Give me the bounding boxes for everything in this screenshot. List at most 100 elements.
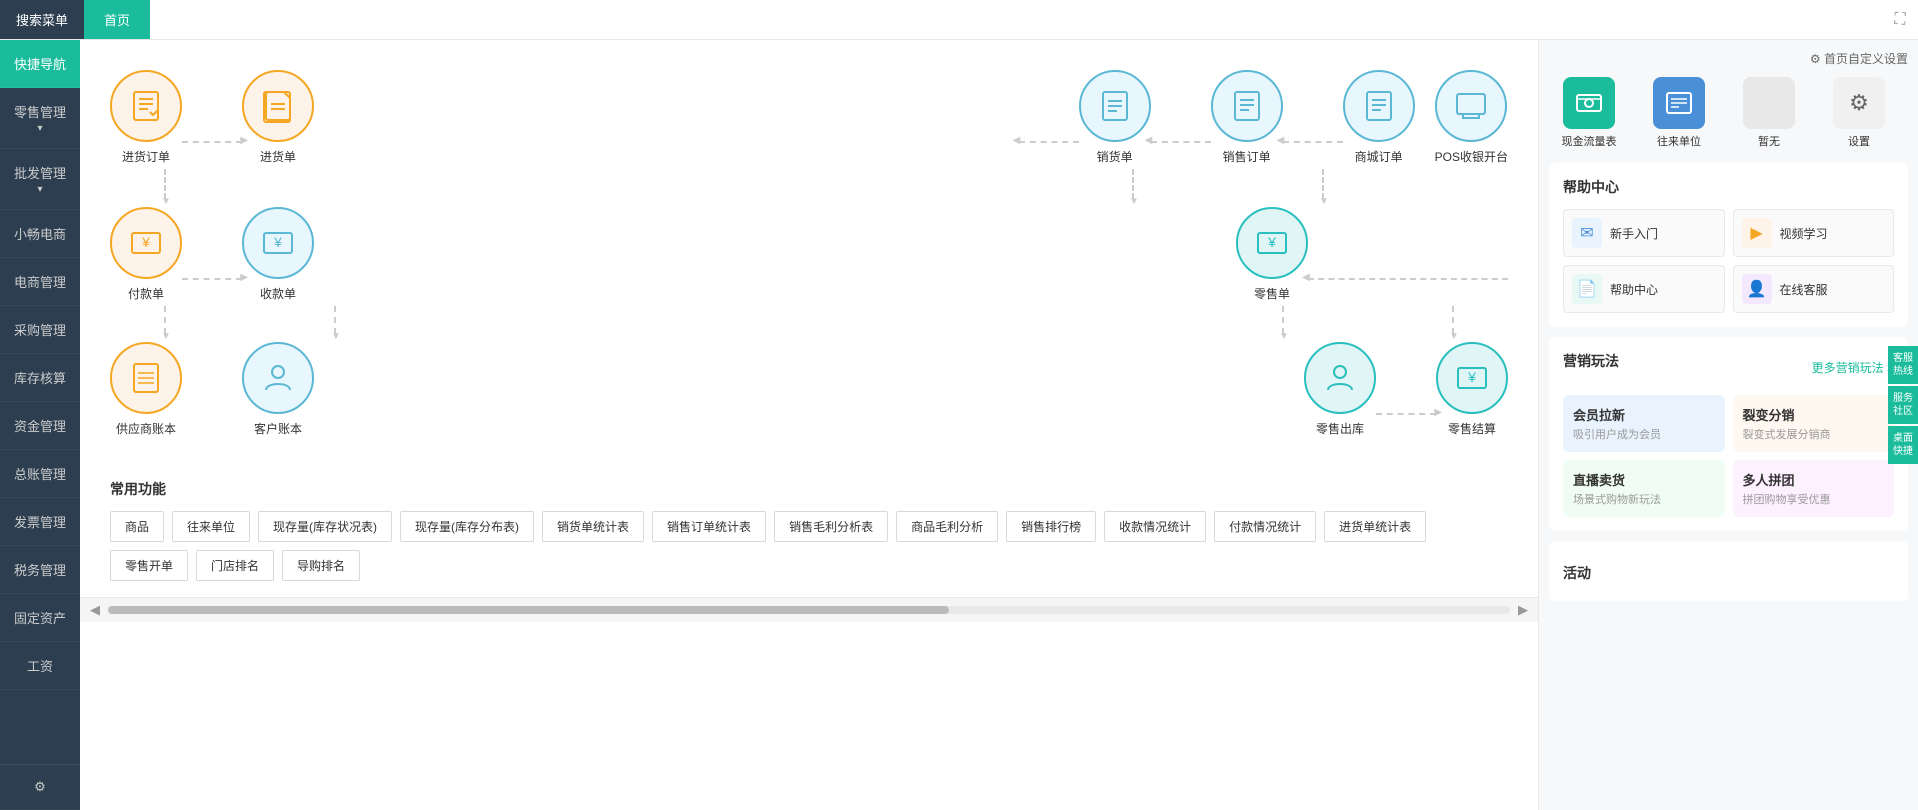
float-desktop[interactable]: 桌面快捷 [1888, 426, 1918, 464]
sidebar-item-inventory[interactable]: 库存核算 [0, 354, 80, 402]
flow-col-mall-order: 商城订单 [1343, 70, 1415, 165]
help-item-video[interactable]: ▶ 视频学习 [1733, 209, 1895, 257]
help-center-title: 帮助中心 [1563, 177, 1894, 197]
retail-settlement-icon[interactable]: ¥ [1436, 342, 1508, 414]
quick-icons: 现金流量表 往来单位 暂无 ⚙ 设置 [1549, 77, 1908, 149]
retail-outbound-icon[interactable] [1304, 342, 1376, 414]
arrow-icon: ▾ [37, 184, 42, 195]
help-item-help[interactable]: 📄 帮助中心 [1563, 265, 1725, 313]
func-btn-store-ranking[interactable]: 门店排名 [196, 550, 274, 581]
func-btn-retail-order[interactable]: 零售开单 [110, 550, 188, 581]
marketing-group[interactable]: 多人拼团 拼团购物享受优惠 [1733, 460, 1895, 517]
scroll-thumb [108, 606, 949, 614]
payment-icon[interactable]: ¥ [110, 207, 182, 279]
sidebar-item-purchase-mgmt[interactable]: 采购管理 [0, 306, 80, 354]
search-menu[interactable]: 搜索菜单 [0, 0, 84, 39]
func-btn-inventory-status[interactable]: 现存量(库存状况表) [258, 511, 392, 542]
activities-title: 活动 [1563, 555, 1894, 587]
expand-icon[interactable]: ⛶ [1890, 10, 1910, 30]
sidebar-settings[interactable]: ⚙ [0, 765, 80, 810]
float-buttons: 客服热线 服务社区 桌面快捷 [1888, 346, 1918, 464]
func-btn-sales-ranking[interactable]: 销售排行榜 [1006, 511, 1096, 542]
home-settings[interactable]: ⚙ 首页自定义设置 [1549, 50, 1908, 67]
beginner-label: 新手入门 [1610, 225, 1658, 242]
scroll-right-arrow[interactable]: ▶ [1518, 602, 1528, 618]
supplier-account-label: 供应商账本 [116, 420, 176, 437]
func-btn-payment-stats[interactable]: 付款情况统计 [1214, 511, 1316, 542]
sidebar-item-salary[interactable]: 工资 [0, 642, 80, 690]
content-area: 进货订单 ▶ 进货单 [80, 40, 1918, 810]
marketing-grid: 会员拉新 吸引用户成为会员 裂变分销 裂变式发展分销商 直播卖货 场景式购物新玩… [1563, 395, 1894, 517]
sidebar-item-ecom-mgmt[interactable]: 电商管理 [0, 258, 80, 306]
sidebar-item-wholesale-mgmt[interactable]: 批发管理 ▾ [0, 149, 80, 210]
quick-icon-contacts[interactable]: 往来单位 [1639, 77, 1719, 149]
group-desc: 拼团购物享受优惠 [1743, 491, 1885, 507]
func-btn-receipt-stats[interactable]: 收款情况统计 [1104, 511, 1206, 542]
pos-icon[interactable] [1435, 70, 1507, 142]
live-desc: 场景式购物新玩法 [1573, 491, 1715, 507]
purchase-order-icon[interactable] [110, 70, 182, 142]
retail-order-icon[interactable]: ¥ [1236, 207, 1308, 279]
payment-label: 付款单 [128, 285, 164, 302]
func-btn-goods[interactable]: 商品 [110, 511, 164, 542]
purchase-bill-label: 进货单 [260, 148, 296, 165]
sidebar-item-xiaochang-ecom[interactable]: 小畅电商 [0, 210, 80, 258]
sidebar-item-quick-nav[interactable]: 快捷导航 [0, 40, 80, 88]
customer-account-label: 客户账本 [254, 420, 302, 437]
sidebar-item-fixed-assets[interactable]: 固定资产 [0, 594, 80, 642]
marketing-live[interactable]: 直播卖货 场景式购物新玩法 [1563, 460, 1725, 517]
func-btn-sales-order-stats[interactable]: 销售订单统计表 [652, 511, 766, 542]
common-func-title: 常用功能 [110, 479, 1508, 499]
settings-label: 设置 [1848, 133, 1870, 149]
right-panel: ⚙ 首页自定义设置 现金流量表 往来单位 [1538, 40, 1918, 810]
sidebar-item-tax-mgmt[interactable]: 税务管理 [0, 546, 80, 594]
help-item-online-service[interactable]: 👤 在线客服 [1733, 265, 1895, 313]
float-community[interactable]: 服务社区 [1888, 386, 1918, 424]
sidebar-item-funds-mgmt[interactable]: 资金管理 [0, 402, 80, 450]
func-btn-sales-stats[interactable]: 销货单统计表 [542, 511, 644, 542]
settings-icon: ⚙ [34, 779, 46, 795]
video-label: 视频学习 [1780, 225, 1828, 242]
help-item-beginner[interactable]: ✉ 新手入门 [1563, 209, 1725, 257]
flow-col-retail-order: ¥ 零售单 [1236, 207, 1308, 302]
float-customer-service[interactable]: 客服热线 [1888, 346, 1918, 384]
quick-icon-cash-flow[interactable]: 现金流量表 [1549, 77, 1629, 149]
beginner-icon: ✉ [1572, 218, 1602, 248]
supplier-account-icon[interactable] [110, 342, 182, 414]
fission-title: 裂变分销 [1743, 405, 1885, 424]
sidebar-item-retail-mgmt[interactable]: 零售管理 ▾ [0, 88, 80, 149]
func-btn-purchase-stats[interactable]: 进货单统计表 [1324, 511, 1426, 542]
func-btn-sales-margin[interactable]: 销售毛利分析表 [774, 511, 888, 542]
sidebar-item-general-ledger[interactable]: 总账管理 [0, 450, 80, 498]
sales-bill-icon[interactable] [1079, 70, 1151, 142]
receipt-icon[interactable]: ¥ [242, 207, 314, 279]
scroll-track[interactable] [108, 606, 1510, 614]
func-btn-goods-margin[interactable]: 商品毛利分析 [896, 511, 998, 542]
sales-order-icon[interactable] [1211, 70, 1283, 142]
tab-home[interactable]: 首页 [84, 0, 150, 39]
marketing-member[interactable]: 会员拉新 吸引用户成为会员 [1563, 395, 1725, 452]
flow-col-customer-account: 客户账本 [242, 342, 314, 437]
scroll-left-arrow[interactable]: ◀ [90, 602, 100, 618]
quick-icon-settings[interactable]: ⚙ 设置 [1819, 77, 1899, 149]
cash-flow-label: 现金流量表 [1562, 133, 1617, 149]
svg-text:¥: ¥ [273, 234, 282, 250]
customer-account-icon[interactable] [242, 342, 314, 414]
quick-icon-temp[interactable]: 暂无 [1729, 77, 1809, 149]
mall-order-icon[interactable] [1343, 70, 1415, 142]
marketing-card: 营销玩法 更多营销玩法 > 会员拉新 吸引用户成为会员 裂变分销 裂变式发展分销… [1549, 337, 1908, 531]
sidebar-item-invoice-mgmt[interactable]: 发票管理 [0, 498, 80, 546]
activities-card: 活动 [1549, 541, 1908, 601]
marketing-fission[interactable]: 裂变分销 裂变式发展分销商 [1733, 395, 1895, 452]
top-bar: 搜索菜单 首页 ⛶ [0, 0, 1918, 40]
online-service-label: 在线客服 [1780, 281, 1828, 298]
fission-desc: 裂变式发展分销商 [1743, 426, 1885, 442]
svg-text:¥: ¥ [1467, 369, 1476, 385]
func-btn-inventory-dist[interactable]: 现存量(库存分布表) [400, 511, 534, 542]
arrow-icon: ▾ [37, 123, 42, 134]
sidebar: 快捷导航 零售管理 ▾ 批发管理 ▾ 小畅电商 电商管理 采购管理 库存核算 资… [0, 40, 80, 810]
more-marketing-link[interactable]: 更多营销玩法 > [1812, 359, 1894, 376]
func-btn-contacts[interactable]: 往来单位 [172, 511, 250, 542]
purchase-bill-icon[interactable] [242, 70, 314, 142]
func-btn-guide-ranking[interactable]: 导购排名 [282, 550, 360, 581]
